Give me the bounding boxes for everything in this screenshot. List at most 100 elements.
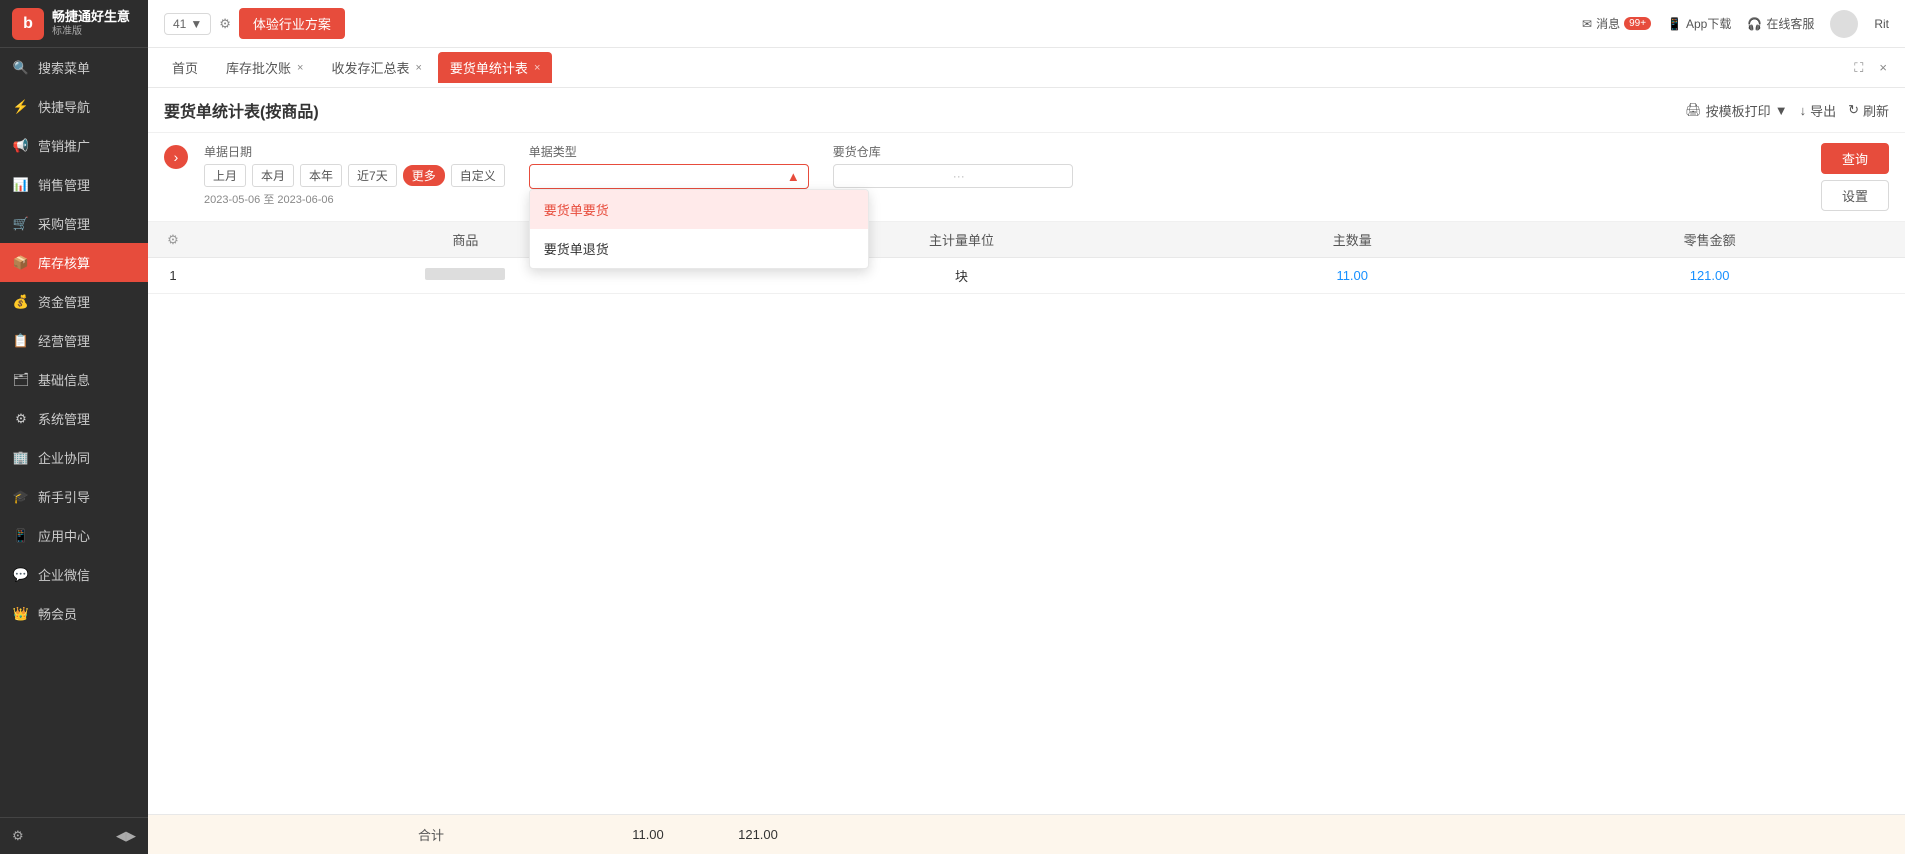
tab-order-stats[interactable]: 要货单统计表 ×: [438, 52, 552, 83]
date-btn-last-month[interactable]: 上月: [204, 164, 246, 187]
table-footer: 合计 11.00 121.00: [148, 814, 1905, 854]
sidebar-item-label: 企业微信: [38, 565, 90, 584]
tab-stock-batch-close[interactable]: ×: [297, 62, 303, 74]
message-badge: 99+: [1624, 17, 1651, 30]
sidebar-item-label: 畅会员: [38, 604, 77, 623]
cart-icon: 🛒: [12, 215, 30, 233]
tab-receive-summary-close[interactable]: ×: [415, 62, 421, 74]
date-btn-this-year[interactable]: 本年: [300, 164, 342, 187]
dropdown-item-order-return[interactable]: 要货单退货: [530, 229, 868, 268]
gear-icon: ⚙: [12, 410, 30, 428]
setting-button[interactable]: 设置: [1821, 180, 1889, 211]
sidebar-item-finance[interactable]: 💰 资金管理: [0, 282, 148, 321]
sidebar-item-search[interactable]: 🔍 搜索菜单: [0, 48, 148, 87]
sidebar-item-guide[interactable]: 🎓 新手引导: [0, 477, 148, 516]
date-filter: 上月 本月 本年 近7天 更多 自定义: [204, 164, 505, 187]
tabs-expand: ⛶ ×: [1848, 58, 1893, 78]
expand-toggle[interactable]: ›: [164, 145, 188, 169]
topbar-left: 41 ▼ ⚙ 体验行业方案: [164, 8, 1570, 39]
sidebar-item-member[interactable]: 👑 畅会员: [0, 594, 148, 633]
warehouse-filter-label: 要货仓库: [833, 143, 1073, 160]
chat-icon: 💬: [12, 566, 30, 584]
type-select-box[interactable]: ▲: [529, 164, 809, 189]
sidebar-item-label: 基础信息: [38, 370, 90, 389]
building-icon: 🏢: [12, 449, 30, 467]
sidebar-item-operation[interactable]: 📋 经营管理: [0, 321, 148, 360]
sidebar-item-wechat[interactable]: 💬 企业微信: [0, 555, 148, 594]
main-area: 41 ▼ ⚙ 体验行业方案 ✉ 消息 99+ 📱 App下载 🎧 在线客服 Ri…: [148, 0, 1905, 854]
online-service-label: 在线客服: [1766, 15, 1814, 32]
folder-icon: 🗂: [12, 371, 30, 389]
megaphone-icon: 📢: [12, 137, 30, 155]
sidebar-item-label: 快捷导航: [38, 97, 90, 116]
headset-icon: 🎧: [1747, 17, 1762, 31]
content-area: 要货单统计表(按商品) 🖨 按模板打印 ▼ ↓ 导出 ↻ 刷新 ›: [148, 88, 1905, 854]
export-label: 导出: [1810, 101, 1836, 120]
sidebar-item-label: 系统管理: [38, 409, 90, 428]
col-amount-header: 零售金额: [1514, 222, 1905, 258]
refresh-label: 刷新: [1863, 101, 1889, 120]
app-download-action[interactable]: 📱 App下载: [1667, 15, 1731, 32]
date-btn-this-month[interactable]: 本月: [252, 164, 294, 187]
sidebar-item-basic[interactable]: 🗂 基础信息: [0, 360, 148, 399]
date-btn-7days[interactable]: 近7天: [348, 164, 397, 187]
collapse-icon[interactable]: ◀▶: [116, 828, 136, 844]
topbar-right: ✉ 消息 99+ 📱 App下载 🎧 在线客服 Rit: [1582, 10, 1889, 38]
tab-stock-batch-label: 库存批次账: [226, 58, 291, 77]
refresh-btn[interactable]: ↻ 刷新: [1848, 101, 1889, 120]
dropdown-item-order-goods[interactable]: 要货单要货: [530, 190, 868, 229]
settings-gear-icon[interactable]: ⚙: [219, 16, 231, 32]
footer-label: 合计: [148, 825, 598, 844]
date-btn-more[interactable]: 更多: [403, 165, 445, 186]
tab-order-stats-close[interactable]: ×: [534, 62, 540, 74]
tab-home-label: 首页: [172, 58, 198, 77]
print-btn[interactable]: 🖨 按模板打印 ▼: [1685, 101, 1787, 120]
type-select-arrow[interactable]: ▲: [787, 169, 800, 184]
tab-stock-batch[interactable]: 库存批次账 ×: [214, 52, 315, 83]
sidebar-item-purchase[interactable]: 🛒 采购管理: [0, 204, 148, 243]
date-btn-custom[interactable]: 自定义: [451, 164, 505, 187]
logo-text: 畅捷通好生意 标准版: [52, 9, 130, 39]
row-index: 1: [148, 258, 198, 294]
print-icon: 🖨: [1685, 102, 1702, 118]
export-btn[interactable]: ↓ 导出: [1800, 101, 1837, 120]
sidebar-item-marketing[interactable]: 📢 营销推广: [0, 126, 148, 165]
user-name: Rit: [1874, 17, 1889, 31]
date-range: 2023-05-06 至 2023-06-06: [204, 191, 505, 207]
settings-bottom-icon[interactable]: ⚙: [12, 828, 24, 844]
filter-actions: 查询 设置: [1821, 143, 1889, 211]
warehouse-input[interactable]: ···: [833, 164, 1073, 188]
topbar: 41 ▼ ⚙ 体验行业方案 ✉ 消息 99+ 📱 App下载 🎧 在线客服 Ri…: [148, 0, 1905, 48]
footer-total-qty: 11.00: [598, 827, 698, 842]
col-settings-icon[interactable]: ⚙: [167, 232, 179, 247]
sidebar-item-label: 搜索菜单: [38, 58, 90, 77]
store-dropdown-icon: ▼: [190, 17, 202, 31]
sidebar-item-enterprise[interactable]: 🏢 企业协同: [0, 438, 148, 477]
tabs-expand-close[interactable]: ×: [1873, 58, 1893, 78]
store-number: 41: [173, 17, 186, 31]
tab-home[interactable]: 首页: [160, 52, 210, 83]
type-filter-label: 单据类型: [529, 143, 809, 160]
query-button[interactable]: 查询: [1821, 143, 1889, 174]
trial-button[interactable]: 体验行业方案: [239, 8, 345, 39]
sidebar-item-label: 销售管理: [38, 175, 90, 194]
sidebar-item-inventory[interactable]: 📦 库存核算: [0, 243, 148, 282]
message-action[interactable]: ✉ 消息 99+: [1582, 15, 1651, 32]
money-icon: 💰: [12, 293, 30, 311]
sidebar-item-quick-nav[interactable]: ⚡ 快捷导航: [0, 87, 148, 126]
col-settings-header[interactable]: ⚙: [148, 222, 198, 258]
graduation-icon: 🎓: [12, 488, 30, 506]
lightning-icon: ⚡: [12, 98, 30, 116]
tab-receive-summary[interactable]: 收发存汇总表 ×: [319, 52, 433, 83]
sidebar-item-sales[interactable]: 📊 销售管理: [0, 165, 148, 204]
warehouse-dots-icon[interactable]: ···: [953, 169, 1064, 183]
type-select-input[interactable]: [538, 169, 787, 184]
chart-icon: 📊: [12, 176, 30, 194]
tab-order-stats-label: 要货单统计表: [450, 58, 528, 77]
print-dropdown-icon: ▼: [1775, 103, 1788, 118]
tabs-expand-btn[interactable]: ⛶: [1848, 58, 1869, 78]
sidebar-item-system[interactable]: ⚙ 系统管理: [0, 399, 148, 438]
store-selector[interactable]: 41 ▼: [164, 13, 211, 35]
sidebar-item-app-center[interactable]: 📱 应用中心: [0, 516, 148, 555]
online-service-action[interactable]: 🎧 在线客服: [1747, 15, 1814, 32]
